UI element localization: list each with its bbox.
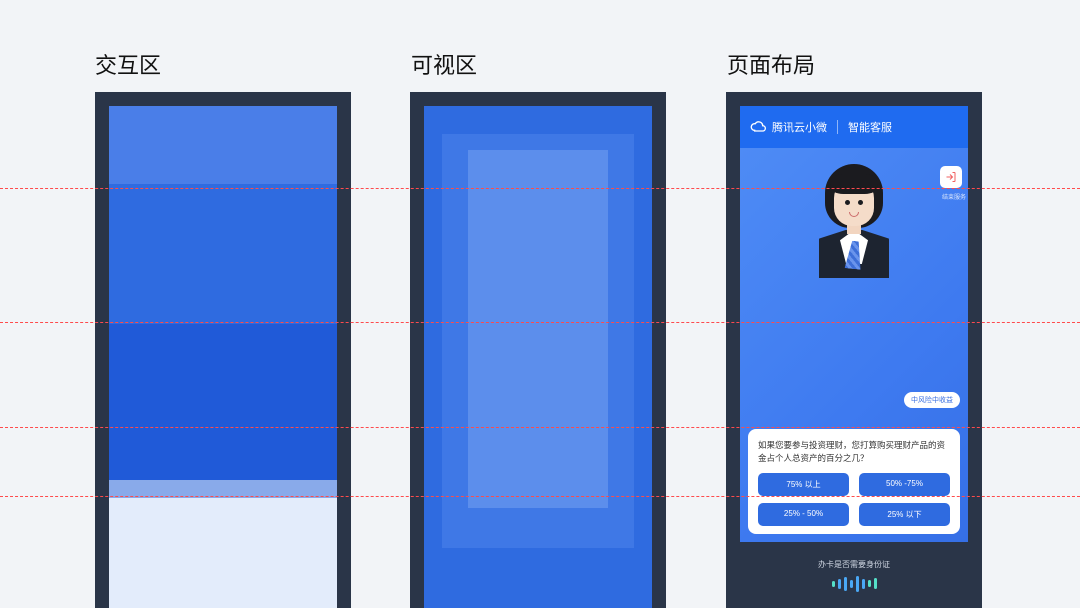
risk-tag[interactable]: 中风险中收益 xyxy=(904,392,960,408)
question-text: 如果您要参与投资理财，您打算购买理财产品的资金占个人总资产的百分之几？ xyxy=(758,439,950,465)
panel-title-visible: 可视区 xyxy=(411,48,477,80)
product-name: 智能客服 xyxy=(848,119,892,135)
kiosk-layout: 腾讯云小微 智能客服 结束服务 xyxy=(726,92,982,608)
option-button[interactable]: 50% -75% xyxy=(859,473,950,496)
zone-band-3 xyxy=(109,324,337,480)
voice-wave-icon[interactable] xyxy=(832,576,877,592)
zone-band-2 xyxy=(109,184,337,324)
zone-band-4 xyxy=(109,480,337,498)
option-button[interactable]: 75% 以上 xyxy=(758,473,849,496)
option-button[interactable]: 25% - 50% xyxy=(758,503,849,526)
footer-hint: 办卡是否需要身份证 xyxy=(818,559,890,570)
kiosk-screen xyxy=(109,106,337,608)
assistant-avatar xyxy=(809,158,899,278)
avatar-area xyxy=(740,158,968,278)
header-divider xyxy=(837,120,838,134)
cloud-icon xyxy=(750,119,766,135)
app-header: 腾讯云小微 智能客服 xyxy=(740,106,968,148)
option-button[interactable]: 25% 以下 xyxy=(859,503,950,526)
kiosk-visible xyxy=(410,92,666,608)
panel-title-interactive: 交互区 xyxy=(95,48,161,80)
kiosk-screen xyxy=(424,106,652,608)
question-card: 如果您要参与投资理财，您打算购买理财产品的资金占个人总资产的百分之几？ 75% … xyxy=(748,429,960,534)
options-grid: 75% 以上 50% -75% 25% - 50% 25% 以下 xyxy=(758,473,950,526)
app-footer: 办卡是否需要身份证 xyxy=(740,542,968,608)
kiosk-screen: 腾讯云小微 智能客服 结束服务 xyxy=(740,106,968,608)
app-body: 结束服务 中风险中收益 如 xyxy=(740,148,968,542)
zone-band-1 xyxy=(109,106,337,184)
visible-safe-area-2 xyxy=(468,150,608,508)
kiosk-interactive xyxy=(95,92,351,608)
brand-name: 腾讯云小微 xyxy=(772,119,827,135)
panel-title-layout: 页面布局 xyxy=(727,48,815,80)
diagram-canvas: 交互区 可视区 页面布局 腾讯云小微 xyxy=(0,0,1080,608)
